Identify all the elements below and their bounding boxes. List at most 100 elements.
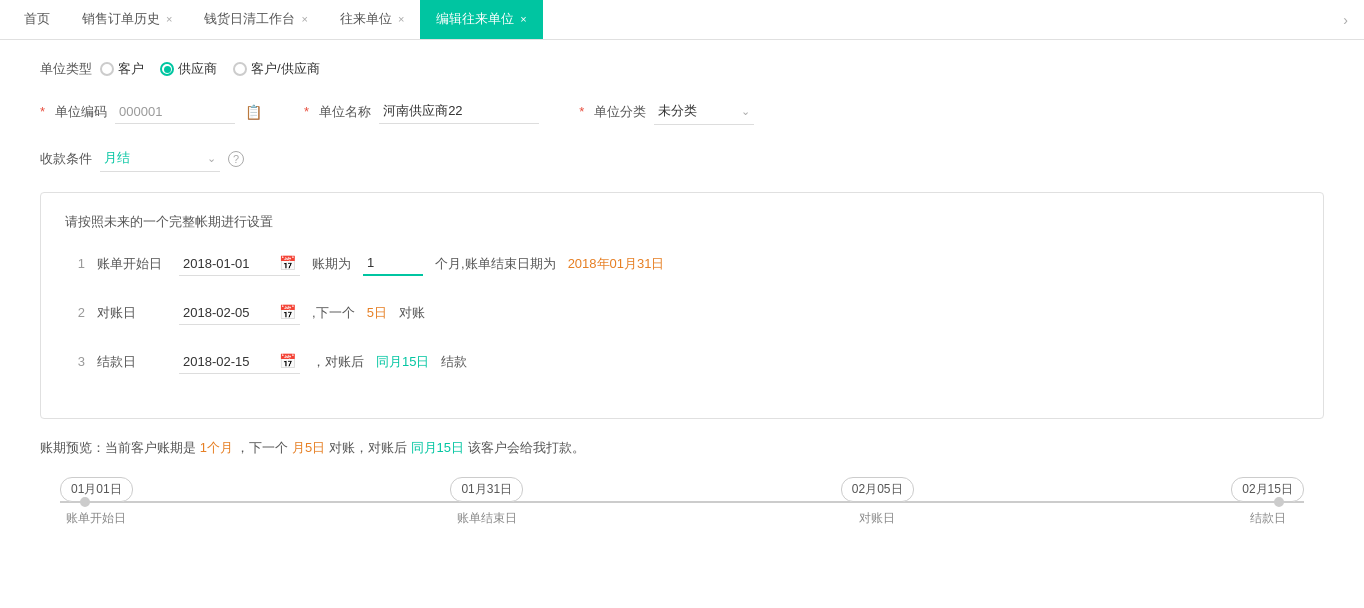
row-middle-1: 账期为 (312, 255, 351, 273)
settings-section: 请按照未来的一个完整帐期进行设置 1 账单开始日 📅 账期为 个月,账单结束日期… (40, 192, 1324, 419)
unit-category-value: 未分类 (658, 102, 737, 120)
preview-suffix: 该客户会给我打款。 (468, 440, 585, 455)
payment-date-input[interactable] (183, 354, 273, 369)
tab-daily-work-label: 钱货日清工作台 (204, 10, 295, 28)
unit-category-label: 单位分类 (594, 103, 646, 121)
row-number-1: 1 (65, 256, 85, 271)
timeline-end-dot (1274, 497, 1284, 507)
close-icon[interactable]: × (166, 13, 172, 25)
node-label-1: 账单开始日 (66, 510, 126, 527)
tab-edit-partner-label: 编辑往来单位 (436, 10, 514, 28)
preview-section: 账期预览：当前客户账期是 1个月 ，下一个 月5日 对账，对账后 同月15日 该… (40, 439, 1324, 537)
tab-edit-partner[interactable]: 编辑往来单位 × (420, 0, 542, 39)
tab-sales-history[interactable]: 销售订单历史 × (66, 0, 188, 39)
row-middle-3: ，对账后 (312, 353, 364, 371)
radio-both[interactable]: 客户/供应商 (233, 60, 320, 78)
period-unit-label: 个月,账单结束日期为 (435, 255, 556, 273)
recon-day-highlight: 5日 (367, 304, 387, 322)
tab-home-label: 首页 (24, 10, 50, 28)
radio-group: 客户 供应商 客户/供应商 (100, 60, 320, 78)
preview-part1: 1个月 (200, 440, 233, 455)
unit-info-row: * 单位编码 📋 * 单位名称 * 单位分类 未分类 ⌄ (40, 98, 1324, 125)
node-badge-1: 01月01日 (60, 477, 133, 502)
close-icon[interactable]: × (520, 13, 526, 25)
unit-code-label: 单位编码 (55, 103, 107, 121)
unit-type-field: 单位类型 客户 供应商 客户/供应商 (40, 60, 320, 78)
radio-circle-customer (100, 62, 114, 76)
start-date-input-wrapper: 📅 (179, 251, 300, 276)
node-badge-3: 02月05日 (841, 477, 914, 502)
unit-code-input[interactable] (115, 100, 235, 124)
preview-sep2: 对账，对账后 (329, 440, 407, 455)
period-input[interactable] (363, 251, 423, 276)
calendar-icon[interactable]: 📅 (279, 353, 296, 369)
timeline-node-2: 01月31日 账单结束日 (450, 477, 523, 527)
tab-arrow[interactable]: › (1335, 0, 1356, 39)
unit-name-label: 单位名称 (319, 103, 371, 121)
row-label-1: 账单开始日 (97, 255, 167, 273)
chevron-down-icon: ⌄ (207, 152, 216, 165)
radio-customer-label: 客户 (118, 60, 144, 78)
row-middle-2: ,下一个 (312, 304, 355, 322)
tab-partners[interactable]: 往来单位 × (324, 0, 420, 39)
setting-row-3: 3 结款日 📅 ，对账后 同月15日 结款 (65, 349, 1299, 374)
payment-term-select[interactable]: 月结 ⌄ (100, 145, 220, 172)
row-middle-3b: 结款 (441, 353, 467, 371)
radio-circle-supplier (160, 62, 174, 76)
payment-term-field: 收款条件 月结 ⌄ ? (40, 145, 244, 172)
preview-prefix: 账期预览：当前客户账期是 (40, 440, 196, 455)
payment-day-highlight: 同月15日 (376, 353, 429, 371)
required-star: * (40, 104, 45, 119)
tab-sales-history-label: 销售订单历史 (82, 10, 160, 28)
node-badge-4: 02月15日 (1231, 477, 1304, 502)
timeline-start-dot (80, 497, 90, 507)
radio-circle-both (233, 62, 247, 76)
payment-term-label: 收款条件 (40, 150, 92, 168)
row-label-3: 结款日 (97, 353, 167, 371)
preview-sep1: ，下一个 (236, 440, 288, 455)
radio-customer[interactable]: 客户 (100, 60, 144, 78)
unit-type-row: 单位类型 客户 供应商 客户/供应商 (40, 60, 1324, 78)
radio-supplier[interactable]: 供应商 (160, 60, 217, 78)
section-title: 请按照未来的一个完整帐期进行设置 (65, 213, 1299, 231)
row-middle-2b: 对账 (399, 304, 425, 322)
unit-code-field: * 单位编码 📋 (40, 100, 264, 124)
payment-term-row: 收款条件 月结 ⌄ ? (40, 145, 1324, 172)
unit-name-input[interactable] (379, 100, 539, 124)
row-number-2: 2 (65, 305, 85, 320)
timeline-node-1: 01月01日 账单开始日 (60, 477, 133, 527)
preview-part2: 月5日 (292, 440, 325, 455)
node-label-4: 结款日 (1250, 510, 1286, 527)
calendar-icon[interactable]: 📅 (279, 255, 296, 271)
close-icon[interactable]: × (301, 13, 307, 25)
start-date-input[interactable] (183, 256, 273, 271)
payment-date-input-wrapper: 📅 (179, 349, 300, 374)
row-label-2: 对账日 (97, 304, 167, 322)
required-star: * (304, 104, 309, 119)
setting-row-1: 1 账单开始日 📅 账期为 个月,账单结束日期为 2018年01月31日 (65, 251, 1299, 276)
unit-category-field: * 单位分类 未分类 ⌄ (579, 98, 754, 125)
help-icon[interactable]: ? (228, 151, 244, 167)
copy-icon[interactable]: 📋 (243, 102, 264, 122)
timeline: 01月01日 账单开始日 01月31日 账单结束日 02月05日 对账日 02月… (40, 477, 1324, 527)
timeline-node-4: 02月15日 结款日 (1231, 477, 1304, 527)
tab-partners-label: 往来单位 (340, 10, 392, 28)
tab-daily-work[interactable]: 钱货日清工作台 × (188, 0, 323, 39)
unit-type-label: 单位类型 (40, 60, 92, 78)
calendar-icon[interactable]: 📅 (279, 304, 296, 320)
timeline-nodes: 01月01日 账单开始日 01月31日 账单结束日 02月05日 对账日 02月… (60, 477, 1304, 527)
node-badge-2: 01月31日 (450, 477, 523, 502)
recon-date-input[interactable] (183, 305, 273, 320)
close-icon[interactable]: × (398, 13, 404, 25)
preview-part3: 同月15日 (411, 440, 464, 455)
row-number-3: 3 (65, 354, 85, 369)
timeline-node-3: 02月05日 对账日 (841, 477, 914, 527)
tab-home[interactable]: 首页 (8, 0, 66, 39)
end-date-highlight: 2018年01月31日 (568, 255, 665, 273)
chevron-down-icon: ⌄ (741, 105, 750, 118)
unit-category-select[interactable]: 未分类 ⌄ (654, 98, 754, 125)
payment-term-value: 月结 (104, 149, 203, 167)
node-label-2: 账单结束日 (457, 510, 517, 527)
node-label-3: 对账日 (859, 510, 895, 527)
setting-row-2: 2 对账日 📅 ,下一个 5日 对账 (65, 300, 1299, 325)
